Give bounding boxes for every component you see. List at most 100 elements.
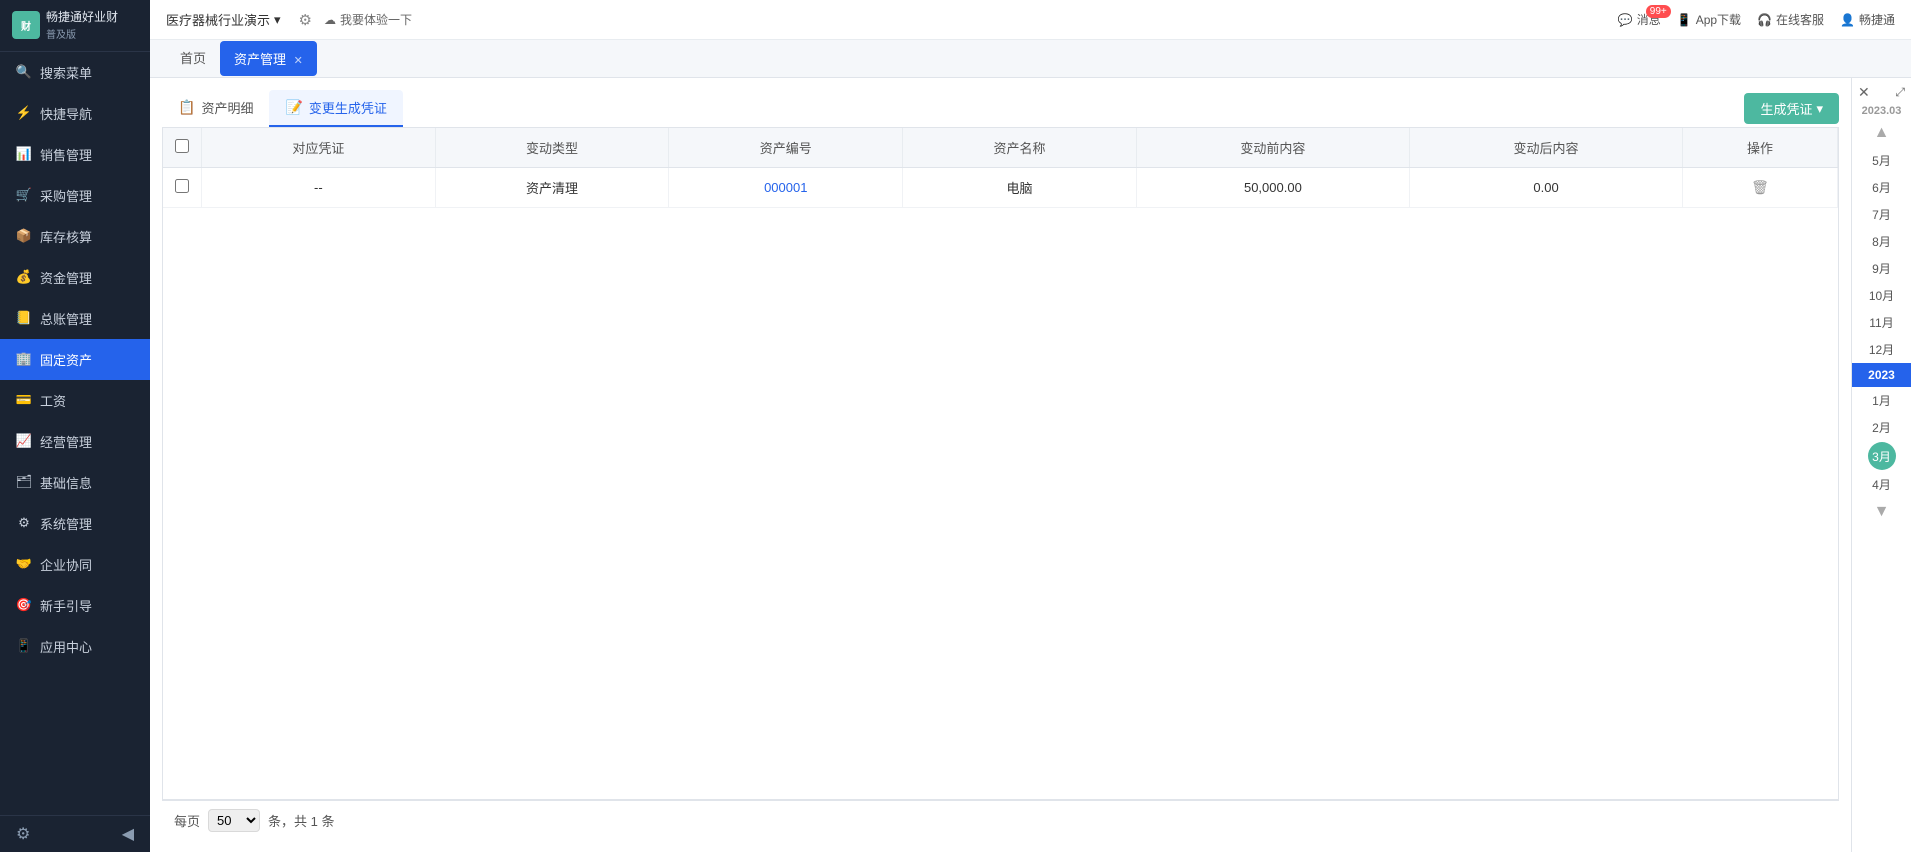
col-asset-no: 资产编号 <box>669 128 903 168</box>
cell-before: 50,000.00 <box>1136 168 1409 208</box>
calendar-month-item[interactable]: 7月 <box>1852 201 1911 228</box>
col-asset-name: 资产名称 <box>903 128 1137 168</box>
collapse-icon[interactable]: ◀ <box>122 824 134 844</box>
sidebar-item-purchase[interactable]: 🛒采购管理 <box>0 175 150 216</box>
quicknav-icon: ⚡ <box>16 105 32 121</box>
inner-tabs: 📋 资产明细 📝 变更生成凭证 <box>162 90 403 127</box>
cell-action: 🗑 <box>1683 168 1838 208</box>
calendar-month-item[interactable]: 8月 <box>1852 228 1911 255</box>
calendar-panel: ✕ ⤢ 2023.03 ▲5月6月7月8月9月10月11月12月20231月2月… <box>1851 78 1911 852</box>
sidebar: 财 畅捷通好业财 普及版 🔍 搜索菜单 ⚡快捷导航📊销售管理🛒采购管理 📦 库存核算 💰 资… <box>0 0 150 852</box>
experience-link[interactable]: ☁ 我要体验一下 <box>324 11 412 28</box>
sidebar-item-operations[interactable]: 📈经营管理 <box>0 421 150 462</box>
service-icon: 🎧 <box>1757 13 1772 27</box>
sidebar-label-operations: 经营管理 <box>40 432 92 451</box>
sidebar-item-fixedassets[interactable]: 🏢固定资产 <box>0 339 150 380</box>
sidebar-item-inventory[interactable]: 📦 库存核算 <box>0 216 150 257</box>
baseinfo-icon: 🗂 <box>16 474 32 490</box>
calendar-month-item[interactable]: 2月 <box>1852 414 1911 441</box>
row-checkbox-cell <box>163 168 202 208</box>
sidebar-item-search[interactable]: 🔍 搜索菜单 <box>0 52 150 93</box>
select-all-checkbox[interactable] <box>175 139 189 153</box>
sidebar-item-sales[interactable]: 📊销售管理 <box>0 134 150 175</box>
sidebar-item-baseinfo[interactable]: 🗂基础信息 <box>0 462 150 503</box>
sidebar-item-sysadmin[interactable]: ⚙系统管理 <box>0 503 150 544</box>
sidebar-item-payroll[interactable]: 💳工资 <box>0 380 150 421</box>
user-menu[interactable]: 👤 畅捷通 <box>1840 11 1895 28</box>
generate-voucher-button[interactable]: 生成凭证 ▾ <box>1744 93 1839 124</box>
select-all-cell <box>163 128 202 168</box>
calendar-up-arrow[interactable]: ▲ <box>1852 119 1911 147</box>
calendar-down-arrow[interactable]: ▼ <box>1852 498 1911 526</box>
sidebar-label-appcenter: 应用中心 <box>40 637 92 656</box>
pagination-bar: 每页 102050100 条，共 1 条 <box>162 800 1839 840</box>
row-checkbox[interactable] <box>175 179 189 193</box>
sidebar-label-search: 搜索菜单 <box>40 63 92 82</box>
tab-close-icon[interactable]: ✕ <box>294 55 303 67</box>
table-row: -- 资产清理 000001 电脑 50,000.00 0.00 🗑 <box>163 168 1838 208</box>
calendar-month-item[interactable]: 12月 <box>1852 336 1911 363</box>
delete-row-icon[interactable]: 🗑 <box>1751 179 1769 195</box>
per-page-label: 每页 <box>174 811 200 830</box>
cell-asset-name: 电脑 <box>903 168 1137 208</box>
sidebar-label-guide: 新手引导 <box>40 596 92 615</box>
user-avatar-icon: 👤 <box>1840 13 1855 27</box>
funds-icon: 💰 <box>16 269 32 285</box>
sidebar-label-payroll: 工资 <box>40 391 66 410</box>
table-header-row: 对应凭证 变动类型 资产编号 资产名称 变动前内容 变动后内容 操作 <box>163 128 1838 168</box>
ledger-icon: 📒 <box>16 310 32 326</box>
settings-icon[interactable]: ⚙ <box>16 824 30 844</box>
total-label: 条，共 1 条 <box>268 811 334 830</box>
detail-tab-icon: 📋 <box>178 99 195 116</box>
appcenter-icon: 📱 <box>16 638 32 654</box>
sidebar-item-quicknav[interactable]: ⚡快捷导航 <box>0 93 150 134</box>
calendar-month-item[interactable]: 6月 <box>1852 174 1911 201</box>
sidebar-item-ledger[interactable]: 📒 总账管理 <box>0 298 150 339</box>
cloud-icon: ☁ <box>324 13 336 27</box>
settings-gear-icon[interactable]: ⚙ <box>299 11 312 29</box>
sysadmin-icon: ⚙ <box>16 515 32 531</box>
sidebar-item-funds[interactable]: 💰 资金管理 <box>0 257 150 298</box>
calendar-expand-icon[interactable]: ⤢ <box>1895 85 1905 100</box>
sidebar-item-cooperation[interactable]: 🤝企业协同 <box>0 544 150 585</box>
calendar-month-item[interactable]: 11月 <box>1852 309 1911 336</box>
app-logo-icon: 财 <box>12 11 40 39</box>
calendar-month-item[interactable]: 1月 <box>1852 387 1911 414</box>
sidebar-item-guide[interactable]: 🎯新手引导 <box>0 585 150 626</box>
calendar-month-item[interactable]: 9月 <box>1852 255 1911 282</box>
inner-tab-detail[interactable]: 📋 资产明细 <box>162 90 269 127</box>
fixedassets-icon: 🏢 <box>16 351 32 367</box>
topbar-right: 💬 消息 99+ 📱 App下载 🎧 在线客服 👤 畅捷通 <box>1618 11 1895 28</box>
calendar-close-icon[interactable]: ✕ <box>1858 84 1870 101</box>
sidebar-item-appcenter[interactable]: 📱 应用中心 <box>0 626 150 667</box>
app-download-btn[interactable]: 📱 App下载 <box>1677 11 1741 28</box>
col-voucher: 对应凭证 <box>202 128 436 168</box>
company-name: 医疗器械行业演示 <box>166 10 270 29</box>
messages-btn[interactable]: 💬 消息 99+ <box>1618 11 1661 28</box>
calendar-month-item[interactable]: 4月 <box>1852 471 1911 498</box>
col-after: 变动后内容 <box>1409 128 1682 168</box>
tab-home[interactable]: 首页 <box>166 40 220 77</box>
dropdown-arrow-icon: ▾ <box>1816 101 1823 117</box>
online-service-btn[interactable]: 🎧 在线客服 <box>1757 11 1824 28</box>
company-selector[interactable]: 医疗器械行业演示 ▾ <box>166 10 281 29</box>
sidebar-label-funds: 资金管理 <box>40 268 92 287</box>
inventory-icon: 📦 <box>16 228 32 244</box>
cell-change-type: 资产清理 <box>435 168 669 208</box>
calendar-header-label: 2023.03 <box>1852 103 1911 119</box>
calendar-year-marker[interactable]: 2023 <box>1852 363 1911 387</box>
per-page-select[interactable]: 102050100 <box>208 809 260 832</box>
calendar-month-item[interactable]: 10月 <box>1852 282 1911 309</box>
calendar-month-item[interactable]: 3月 <box>1868 442 1896 470</box>
calendar-month-item[interactable]: 5月 <box>1852 147 1911 174</box>
tab-asset-management[interactable]: 资产管理 ✕ <box>220 41 317 76</box>
sidebar-label-inventory: 库存核算 <box>40 227 92 246</box>
cell-after: 0.00 <box>1409 168 1682 208</box>
sidebar-label-ledger: 总账管理 <box>40 309 92 328</box>
cooperation-icon: 🤝 <box>16 556 32 572</box>
app-logo-text: 畅捷通好业财 普及版 <box>46 10 118 41</box>
inner-tab-voucher[interactable]: 📝 变更生成凭证 <box>269 90 402 127</box>
main-panel: 📋 资产明细 📝 变更生成凭证 生成凭证 ▾ <box>150 78 1851 852</box>
message-icon: 💬 <box>1618 13 1633 27</box>
search-icon: 🔍 <box>16 64 32 80</box>
